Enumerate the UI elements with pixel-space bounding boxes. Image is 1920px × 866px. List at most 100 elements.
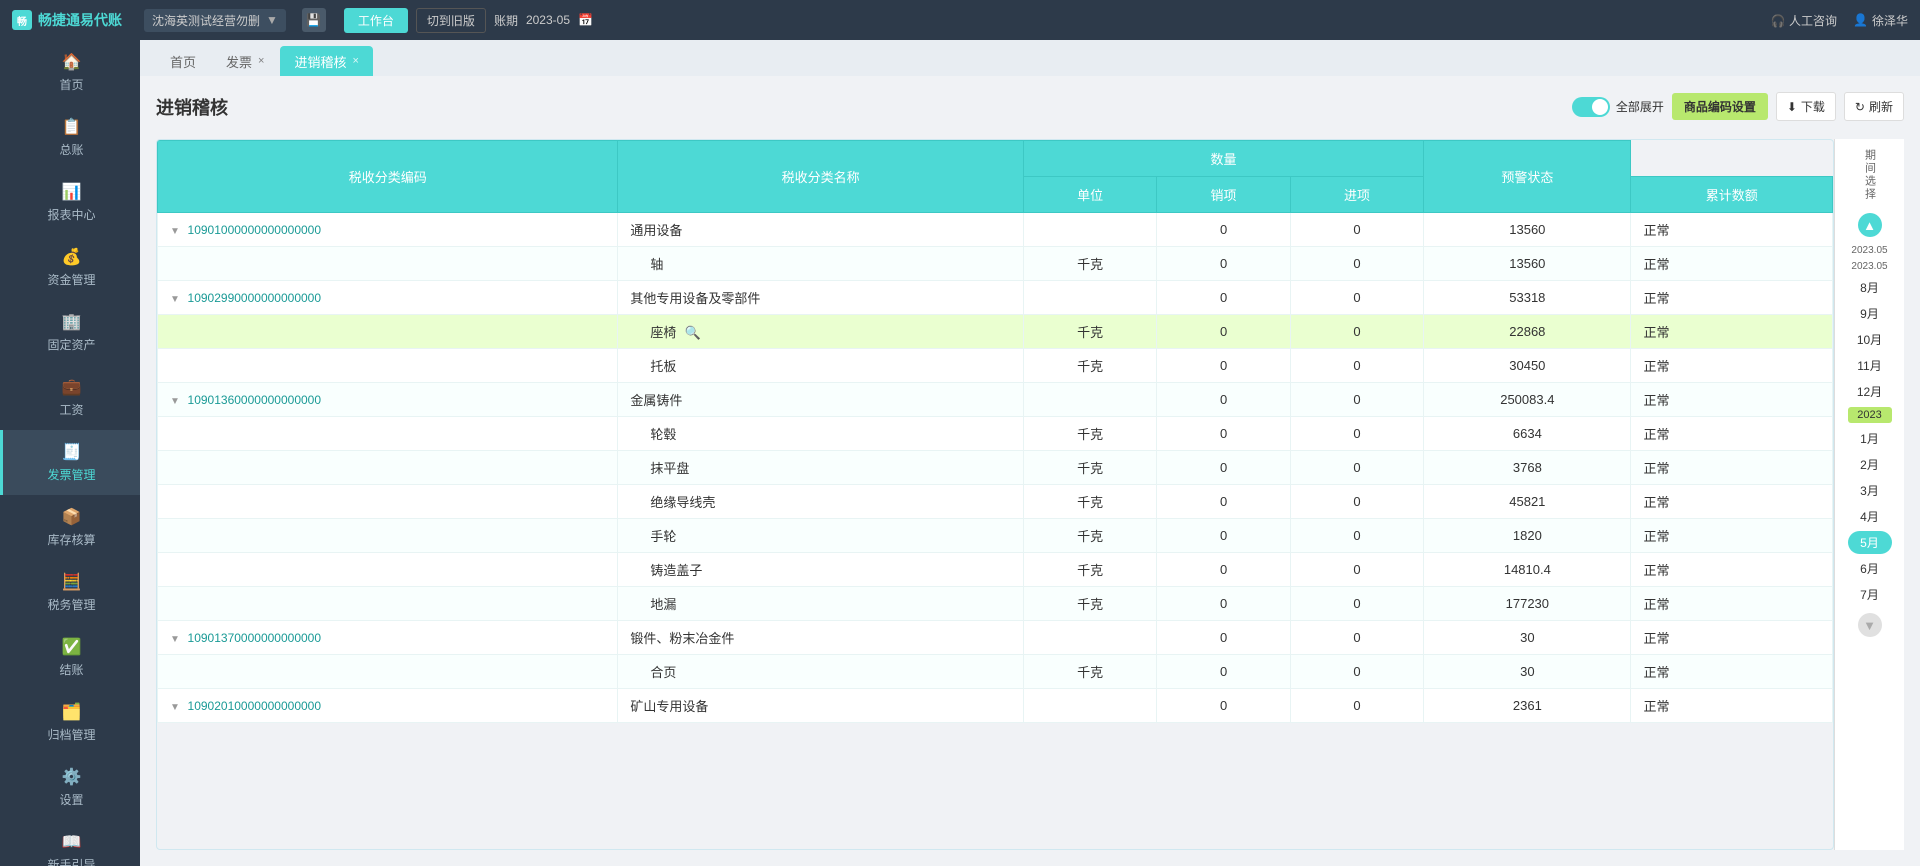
sidebar-item-reports[interactable]: 📊 报表中心	[0, 170, 140, 235]
tab-home-label: 首页	[170, 52, 196, 71]
period-scroll-down[interactable]: ▼	[1858, 613, 1882, 637]
tab-invoice-close[interactable]: ×	[258, 55, 264, 67]
sidebar-item-inventory[interactable]: 📦 库存核算	[0, 495, 140, 560]
status-cell: 正常	[1631, 213, 1833, 247]
tab-bar: 首页 发票 × 进销稽核 ×	[140, 40, 1920, 76]
sidebar-item-guide[interactable]: 📖 新手引导	[0, 820, 140, 866]
sales-cell: 0	[1157, 417, 1290, 451]
tab-invoice[interactable]: 发票 ×	[212, 46, 278, 76]
period-item-6[interactable]: 1月	[1848, 427, 1892, 450]
calendar-icon[interactable]: 📅	[578, 13, 593, 27]
save-icon-btn[interactable]: 💾	[302, 8, 326, 32]
tax-icon: 🧮	[62, 572, 82, 592]
category-name-cell: 通用设备	[618, 213, 1023, 247]
period-item-12[interactable]: 7月	[1848, 583, 1892, 606]
inventory-icon: 📦	[62, 507, 82, 527]
collapse-icon[interactable]: ▼	[170, 226, 180, 237]
old-version-button[interactable]: 切到旧版	[416, 8, 486, 33]
sidebar-item-home[interactable]: 🏠 首页	[0, 40, 140, 105]
company-selector[interactable]: 沈海英测试经营勿删 ▼	[144, 9, 286, 32]
purchase-cell: 0	[1290, 655, 1423, 689]
workbench-button[interactable]: 工作台	[344, 8, 408, 33]
period-list: 2023.052023.058月9月10月11月12月20231月2月3月4月5…	[1839, 243, 1900, 607]
sidebar-item-archive[interactable]: 🗂️ 归档管理	[0, 690, 140, 755]
unit-cell: 千克	[1023, 417, 1156, 451]
close-account-icon: ✅	[62, 637, 82, 657]
status-cell: 正常	[1631, 417, 1833, 451]
sidebar-item-tax[interactable]: 🧮 税务管理	[0, 560, 140, 625]
period-item-11[interactable]: 6月	[1848, 557, 1892, 580]
purchase-cell: 0	[1290, 519, 1423, 553]
item-name-cell: 托板	[618, 349, 1023, 383]
toggle-track[interactable]	[1572, 97, 1610, 117]
period-item-9[interactable]: 4月	[1848, 505, 1892, 528]
total-cell: 30	[1424, 655, 1631, 689]
category-code: 10902990000000000000	[188, 291, 321, 305]
collapse-icon[interactable]: ▼	[170, 634, 180, 645]
sidebar-item-settings[interactable]: ⚙️ 设置	[0, 755, 140, 820]
item-name: 托板	[630, 359, 676, 374]
download-button[interactable]: ⬇ 下载	[1776, 92, 1836, 121]
user-info[interactable]: 👤 徐泽华	[1853, 12, 1908, 29]
table-wrapper[interactable]: 税收分类编码 税收分类名称 数量 预警状态 单位 销项 进项	[156, 139, 1834, 850]
goods-code-button[interactable]: 商品编码设置	[1672, 93, 1768, 120]
status-cell: 正常	[1631, 349, 1833, 383]
unit-cell: 千克	[1023, 247, 1156, 281]
period-item-5[interactable]: 2023	[1848, 407, 1892, 423]
sidebar-item-ledger[interactable]: 📋 总账	[0, 105, 140, 170]
purchase-cell: 0	[1290, 417, 1423, 451]
total-cell: 6634	[1424, 417, 1631, 451]
category-code-cell: ▼ 10901000000000000000	[158, 213, 618, 247]
item-name: 绝缘导线壳	[630, 495, 715, 510]
total-cell: 3768	[1424, 451, 1631, 485]
item-name: 轴	[630, 257, 663, 272]
expand-all-toggle[interactable]: 全部展开	[1572, 97, 1664, 117]
item-name: 抹平盘	[630, 461, 689, 476]
refresh-button[interactable]: ↻ 刷新	[1844, 92, 1904, 121]
item-name: 合页	[630, 665, 676, 680]
category-name-cell: 矿山专用设备	[618, 689, 1023, 723]
period-scroll-up[interactable]: ▲	[1858, 213, 1882, 237]
status-cell: 正常	[1631, 281, 1833, 315]
sidebar-item-invoice[interactable]: 🧾 发票管理	[0, 430, 140, 495]
tab-reconcile[interactable]: 进销稽核 ×	[280, 46, 372, 76]
tab-home[interactable]: 首页	[156, 46, 210, 76]
unit-cell: 千克	[1023, 315, 1156, 349]
capital-icon: 💰	[62, 247, 82, 267]
sidebar-item-capital[interactable]: 💰 资金管理	[0, 235, 140, 300]
search-icon[interactable]: 🔍	[684, 325, 700, 340]
sidebar-item-salary[interactable]: 💼 工资	[0, 365, 140, 430]
period-item-4[interactable]: 12月	[1848, 380, 1892, 403]
sales-cell: 0	[1157, 247, 1290, 281]
sales-cell: 0	[1157, 315, 1290, 349]
unit-cell	[1023, 383, 1156, 417]
sales-cell: 0	[1157, 485, 1290, 519]
period-item-7[interactable]: 2月	[1848, 453, 1892, 476]
item-name-cell: 轴	[618, 247, 1023, 281]
period-item-1[interactable]: 9月	[1848, 302, 1892, 325]
period-item-8[interactable]: 3月	[1848, 479, 1892, 502]
purchase-cell: 0	[1290, 281, 1423, 315]
collapse-icon[interactable]: ▼	[170, 396, 180, 407]
guide-icon: 📖	[62, 832, 82, 852]
col-quantity-group: 数量	[1023, 141, 1423, 177]
purchase-cell: 0	[1290, 689, 1423, 723]
customer-service[interactable]: 🎧 人工咨询	[1771, 12, 1837, 29]
period-item-0[interactable]: 8月	[1848, 276, 1892, 299]
period-item-3[interactable]: 11月	[1848, 354, 1892, 377]
right-wrapper: 税收分类编码 税收分类名称 数量 预警状态 单位 销项 进项	[156, 139, 1904, 850]
item-code-cell	[158, 247, 618, 281]
sidebar-item-fixed-assets[interactable]: 🏢 固定资产	[0, 300, 140, 365]
total-cell: 53318	[1424, 281, 1631, 315]
sidebar-item-close-account[interactable]: ✅ 结账	[0, 625, 140, 690]
sales-cell: 0	[1157, 213, 1290, 247]
period-item-2[interactable]: 10月	[1848, 328, 1892, 351]
category-code: 10901370000000000000	[188, 631, 321, 645]
tab-reconcile-close[interactable]: ×	[352, 55, 358, 67]
collapse-icon[interactable]: ▼	[170, 702, 180, 713]
col-purchase: 进项	[1290, 177, 1423, 213]
total-cell: 1820	[1424, 519, 1631, 553]
status-cell: 正常	[1631, 553, 1833, 587]
collapse-icon[interactable]: ▼	[170, 294, 180, 305]
period-item-10[interactable]: 5月	[1848, 531, 1892, 554]
